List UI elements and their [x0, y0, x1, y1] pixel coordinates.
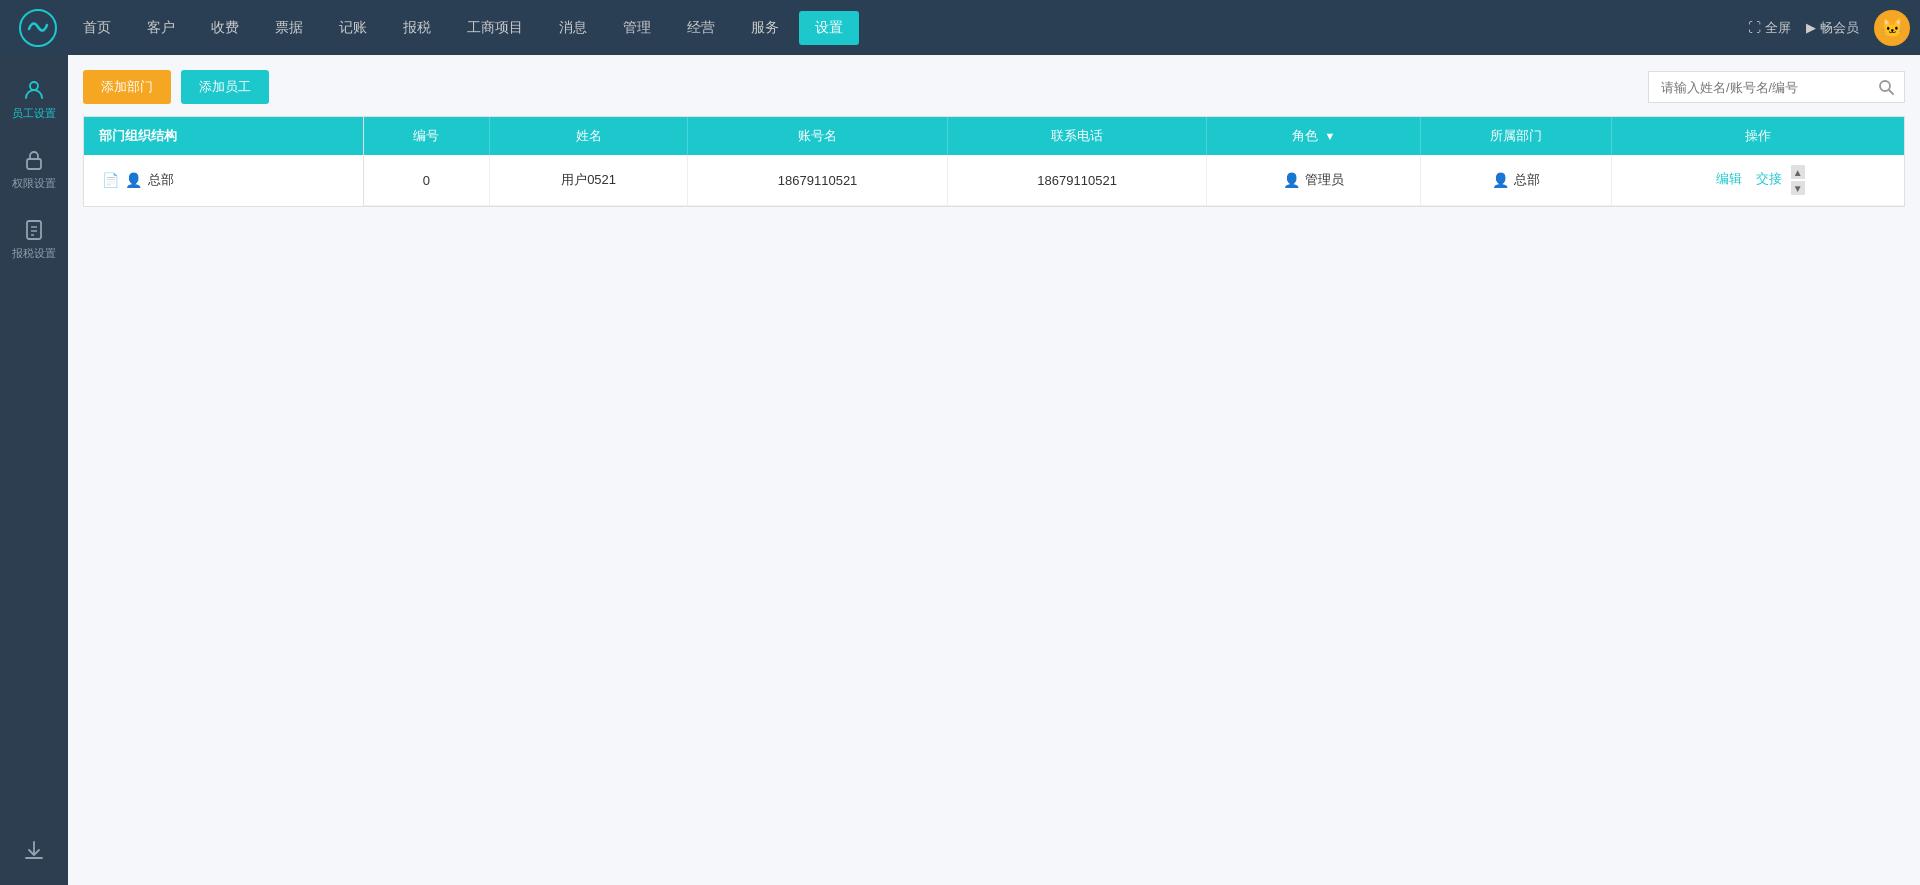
avatar[interactable]: 🐱 — [1874, 10, 1910, 46]
dept-user-icon: 👤 — [1492, 172, 1509, 188]
col-account: 账号名 — [688, 117, 948, 155]
content-area: 添加部门 添加员工 部门组织结构 — [68, 55, 1920, 885]
fullscreen-button[interactable]: ⛶ 全屏 — [1748, 19, 1791, 37]
cell-id: 0 — [364, 155, 489, 206]
nav-right: ⛶ 全屏 ▶ 畅会员 🐱 — [1748, 10, 1910, 46]
cell-operations: 编辑 交接 ▲ ▼ — [1612, 155, 1904, 206]
fullscreen-icon: ⛶ — [1748, 20, 1761, 35]
sidebar-bottom — [0, 825, 68, 875]
member-icon: ▶ — [1806, 20, 1816, 35]
edit-button[interactable]: 编辑 — [1716, 171, 1742, 186]
sidebar-download-button[interactable] — [0, 825, 68, 875]
nav-business[interactable]: 工商项目 — [449, 0, 541, 55]
tax-report-icon — [23, 219, 45, 241]
col-phone: 联系电话 — [947, 117, 1207, 155]
data-table: 编号 姓名 账号名 联系电话 角 — [364, 117, 1904, 206]
tree-item-headquarters[interactable]: 📄 👤 总部 — [94, 165, 353, 195]
file-icon: 📄 — [102, 172, 119, 188]
sidebar-item-tax-settings[interactable]: 报税设置 — [0, 205, 68, 275]
top-navigation: 首页 客户 收费 票据 记账 报税 工商项目 消息 管理 经营 服务 设置 ⛶ … — [0, 0, 1920, 55]
download-icon — [23, 839, 45, 861]
employee-icon — [23, 79, 45, 101]
search-input[interactable] — [1648, 71, 1868, 103]
svg-rect-2 — [27, 159, 41, 169]
nav-operation[interactable]: 经营 — [669, 0, 733, 55]
add-employee-button[interactable]: 添加员工 — [181, 70, 269, 104]
table-body: 0 用户0521 18679110521 18679110521 👤 管理员 — [364, 155, 1904, 206]
table-row: 0 用户0521 18679110521 18679110521 👤 管理员 — [364, 155, 1904, 206]
tree-panel: 部门组织结构 📄 👤 总部 — [84, 117, 364, 206]
logo[interactable] — [10, 0, 65, 55]
add-department-button[interactable]: 添加部门 — [83, 70, 171, 104]
nav-home[interactable]: 首页 — [65, 0, 129, 55]
col-role[interactable]: 角色 ▼ — [1207, 117, 1421, 155]
member-button[interactable]: ▶ 畅会员 — [1806, 19, 1859, 37]
sidebar: 员工设置 权限设置 报税设置 — [0, 55, 68, 885]
nav-billing[interactable]: 收费 — [193, 0, 257, 55]
nav-items: 首页 客户 收费 票据 记账 报税 工商项目 消息 管理 经营 服务 设置 — [65, 0, 1748, 55]
cell-dept: 👤 总部 — [1420, 155, 1611, 206]
nav-invoice[interactable]: 票据 — [257, 0, 321, 55]
col-dept: 所属部门 — [1420, 117, 1611, 155]
transfer-button[interactable]: 交接 — [1756, 171, 1782, 186]
svg-rect-3 — [27, 221, 41, 239]
svg-line-9 — [1889, 90, 1893, 94]
tree-body: 📄 👤 总部 — [84, 155, 363, 205]
table-layout: 部门组织结构 📄 👤 总部 编号 — [83, 116, 1905, 207]
user-group-icon: 👤 — [125, 172, 142, 188]
filter-icon: ▼ — [1325, 130, 1336, 142]
role-user-icon: 👤 — [1283, 172, 1300, 188]
nav-customer[interactable]: 客户 — [129, 0, 193, 55]
scroll-up-button[interactable]: ▲ — [1791, 165, 1805, 179]
cell-account: 18679110521 — [688, 155, 948, 206]
nav-manage[interactable]: 管理 — [605, 0, 669, 55]
lock-icon — [23, 149, 45, 171]
main-layout: 员工设置 权限设置 报税设置 — [0, 55, 1920, 885]
nav-settings[interactable]: 设置 — [799, 11, 859, 45]
sidebar-item-employee-settings[interactable]: 员工设置 — [0, 65, 68, 135]
employee-table: 编号 姓名 账号名 联系电话 角 — [364, 117, 1904, 206]
table-header: 编号 姓名 账号名 联系电话 角 — [364, 117, 1904, 155]
logo-icon — [19, 9, 57, 47]
nav-tax[interactable]: 报税 — [385, 0, 449, 55]
cell-phone: 18679110521 — [947, 155, 1207, 206]
tree-header: 部门组织结构 — [84, 117, 363, 155]
cell-role: 👤 管理员 — [1207, 155, 1421, 206]
scroll-down-button[interactable]: ▼ — [1791, 181, 1805, 195]
nav-service[interactable]: 服务 — [733, 0, 797, 55]
search-icon — [1878, 79, 1894, 95]
action-bar: 添加部门 添加员工 — [83, 70, 1905, 104]
nav-message[interactable]: 消息 — [541, 0, 605, 55]
row-scroll-controls: ▲ ▼ — [1791, 165, 1805, 195]
sidebar-item-permission-settings[interactable]: 权限设置 — [0, 135, 68, 205]
nav-accounting[interactable]: 记账 — [321, 0, 385, 55]
search-button[interactable] — [1868, 71, 1905, 103]
svg-point-1 — [30, 82, 38, 90]
col-id: 编号 — [364, 117, 489, 155]
search-area — [1648, 71, 1905, 103]
col-name: 姓名 — [489, 117, 687, 155]
cell-name: 用户0521 — [489, 155, 687, 206]
col-actions: 操作 — [1612, 117, 1904, 155]
